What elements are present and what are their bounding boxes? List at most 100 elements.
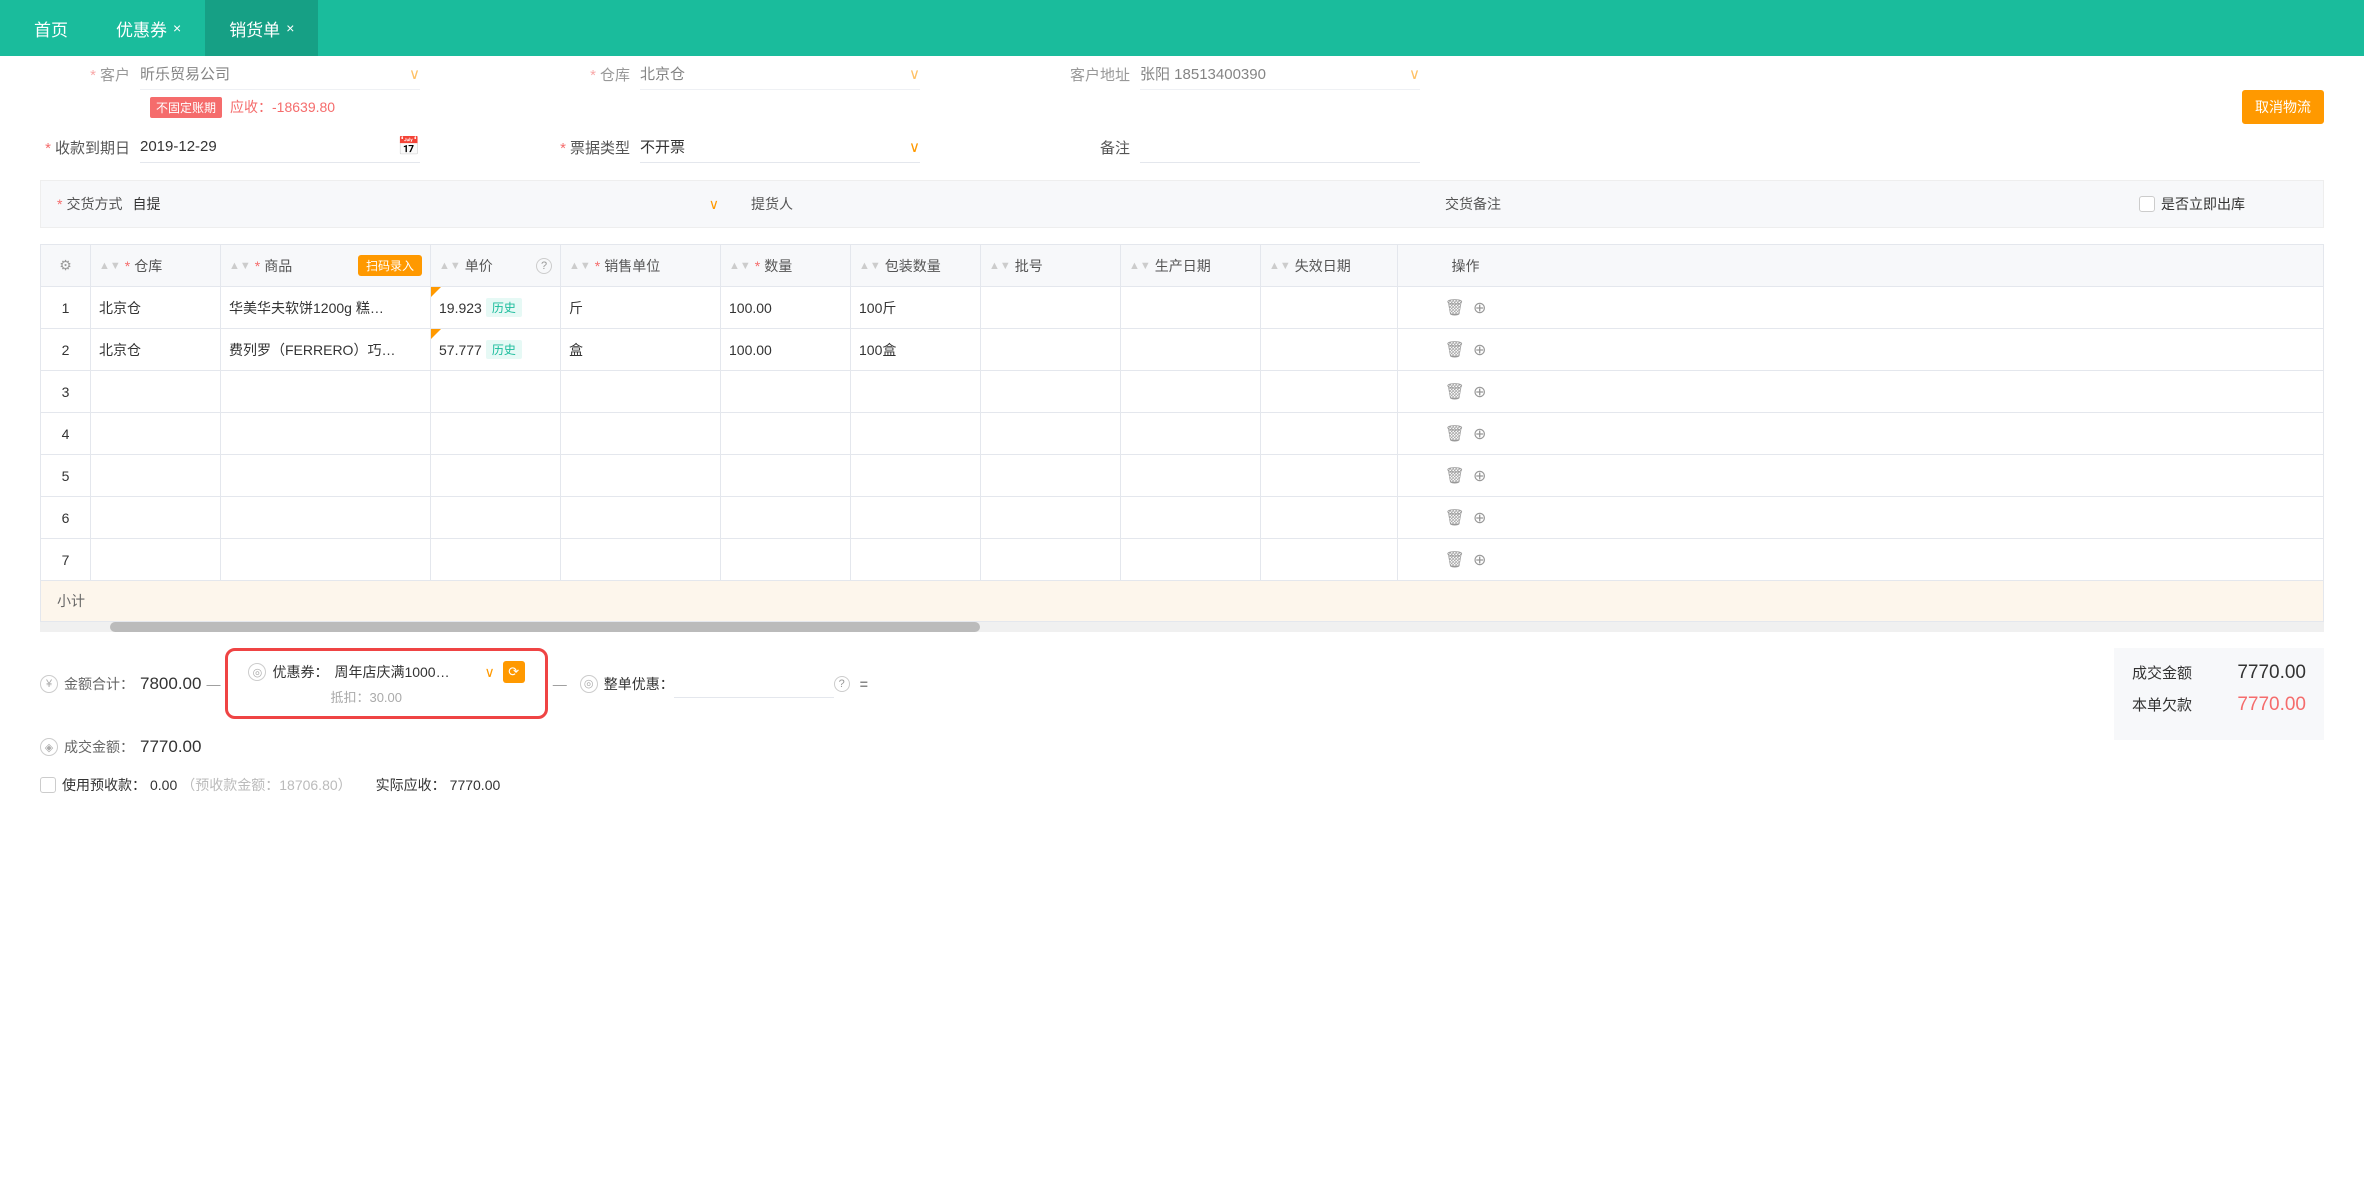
add-icon[interactable]: ⊕ bbox=[1473, 382, 1486, 402]
cell-pack[interactable] bbox=[851, 413, 981, 454]
table-row[interactable]: 1北京仓华美华夫软饼1200g 糕…19.923历史斤100.00100斤🗑⊕ bbox=[41, 287, 2323, 329]
cell-mfg[interactable] bbox=[1121, 539, 1261, 580]
cell-warehouse[interactable]: 北京仓 bbox=[91, 329, 221, 370]
cell-price[interactable] bbox=[431, 497, 561, 538]
refresh-button[interactable]: ⟳ bbox=[503, 661, 525, 683]
cell-product[interactable] bbox=[221, 497, 431, 538]
cell-warehouse[interactable] bbox=[91, 413, 221, 454]
cell-unit[interactable]: 斤 bbox=[561, 287, 721, 328]
cell-unit[interactable] bbox=[561, 371, 721, 412]
cell-product[interactable]: 费列罗（FERRERO）巧… bbox=[221, 329, 431, 370]
cell-pack[interactable]: 100盒 bbox=[851, 329, 981, 370]
cell-batch[interactable] bbox=[981, 455, 1121, 496]
close-icon[interactable]: × bbox=[286, 20, 294, 36]
table-row[interactable]: 2北京仓费列罗（FERRERO）巧…57.777历史盒100.00100盒🗑⊕ bbox=[41, 329, 2323, 371]
cell-qty[interactable] bbox=[721, 539, 851, 580]
cell-warehouse[interactable]: 北京仓 bbox=[91, 287, 221, 328]
cell-qty[interactable]: 100.00 bbox=[721, 287, 851, 328]
help-icon[interactable]: ? bbox=[536, 258, 552, 274]
cell-exp[interactable] bbox=[1261, 329, 1398, 370]
gear-icon[interactable]: ⚙ bbox=[41, 245, 91, 286]
add-icon[interactable]: ⊕ bbox=[1473, 508, 1486, 528]
cell-batch[interactable] bbox=[981, 371, 1121, 412]
cell-product[interactable] bbox=[221, 539, 431, 580]
horizontal-scrollbar[interactable] bbox=[40, 622, 2324, 632]
cell-batch[interactable] bbox=[981, 287, 1121, 328]
cell-unit[interactable]: 盒 bbox=[561, 329, 721, 370]
cell-warehouse[interactable] bbox=[91, 497, 221, 538]
table-row[interactable]: 5🗑⊕ bbox=[41, 455, 2323, 497]
cell-batch[interactable] bbox=[981, 329, 1121, 370]
cell-pack[interactable] bbox=[851, 371, 981, 412]
cell-warehouse[interactable] bbox=[91, 371, 221, 412]
chevron-down-icon[interactable]: ∨ bbox=[484, 664, 494, 681]
cell-exp[interactable] bbox=[1261, 287, 1398, 328]
cell-exp[interactable] bbox=[1261, 371, 1398, 412]
cell-pack[interactable] bbox=[851, 455, 981, 496]
help-icon[interactable]: ? bbox=[834, 676, 850, 692]
cell-warehouse[interactable] bbox=[91, 455, 221, 496]
cell-unit[interactable] bbox=[561, 539, 721, 580]
delivery-method-select[interactable]: 自提 bbox=[132, 194, 708, 214]
cell-qty[interactable]: 100.00 bbox=[721, 329, 851, 370]
cell-exp[interactable] bbox=[1261, 455, 1398, 496]
close-icon[interactable]: × bbox=[173, 20, 181, 36]
add-icon[interactable]: ⊕ bbox=[1473, 424, 1486, 444]
cell-price[interactable] bbox=[431, 371, 561, 412]
delete-icon[interactable]: 🗑 bbox=[1445, 382, 1465, 402]
due-date-input[interactable]: 2019-12-29📅 bbox=[140, 131, 420, 163]
scan-button[interactable]: 扫码录入 bbox=[358, 255, 422, 276]
cell-product[interactable] bbox=[221, 371, 431, 412]
cell-mfg[interactable] bbox=[1121, 371, 1261, 412]
delete-icon[interactable]: 🗑 bbox=[1445, 550, 1465, 570]
address-select[interactable]: 张阳 18513400390∨ bbox=[1140, 58, 1420, 90]
delete-icon[interactable]: 🗑 bbox=[1445, 424, 1465, 444]
warehouse-select[interactable]: 北京仓∨ bbox=[640, 58, 920, 90]
cell-unit[interactable] bbox=[561, 497, 721, 538]
cell-exp[interactable] bbox=[1261, 497, 1398, 538]
cell-qty[interactable] bbox=[721, 371, 851, 412]
add-icon[interactable]: ⊕ bbox=[1473, 298, 1486, 318]
cell-pack[interactable] bbox=[851, 497, 981, 538]
cell-mfg[interactable] bbox=[1121, 455, 1261, 496]
cell-mfg[interactable] bbox=[1121, 497, 1261, 538]
delete-icon[interactable]: 🗑 bbox=[1445, 298, 1465, 318]
cell-exp[interactable] bbox=[1261, 413, 1398, 454]
cell-price[interactable]: 19.923历史 bbox=[431, 287, 561, 328]
cell-pack[interactable]: 100斤 bbox=[851, 287, 981, 328]
cell-product[interactable]: 华美华夫软饼1200g 糕… bbox=[221, 287, 431, 328]
cancel-logistics-button[interactable]: 取消物流 bbox=[2242, 90, 2324, 124]
cell-price[interactable] bbox=[431, 539, 561, 580]
delete-icon[interactable]: 🗑 bbox=[1445, 340, 1465, 360]
cell-unit[interactable] bbox=[561, 455, 721, 496]
immediate-checkbox[interactable] bbox=[2139, 196, 2155, 212]
coupon-select[interactable]: 周年店庆满1000… bbox=[334, 662, 484, 682]
table-row[interactable]: 4🗑⊕ bbox=[41, 413, 2323, 455]
cell-batch[interactable] bbox=[981, 539, 1121, 580]
whole-discount-input[interactable] bbox=[674, 670, 834, 698]
invoice-select[interactable]: 不开票∨ bbox=[640, 131, 920, 163]
delete-icon[interactable]: 🗑 bbox=[1445, 508, 1465, 528]
cell-mfg[interactable] bbox=[1121, 413, 1261, 454]
table-row[interactable]: 7🗑⊕ bbox=[41, 539, 2323, 581]
cell-pack[interactable] bbox=[851, 539, 981, 580]
prepay-checkbox[interactable] bbox=[40, 777, 56, 793]
cell-batch[interactable] bbox=[981, 413, 1121, 454]
tab-home[interactable]: 首页 bbox=[10, 0, 92, 56]
add-icon[interactable]: ⊕ bbox=[1473, 340, 1486, 360]
table-row[interactable]: 3🗑⊕ bbox=[41, 371, 2323, 413]
cell-unit[interactable] bbox=[561, 413, 721, 454]
add-icon[interactable]: ⊕ bbox=[1473, 550, 1486, 570]
cell-qty[interactable] bbox=[721, 413, 851, 454]
cell-price[interactable] bbox=[431, 455, 561, 496]
cell-batch[interactable] bbox=[981, 497, 1121, 538]
cell-mfg[interactable] bbox=[1121, 287, 1261, 328]
table-row[interactable]: 6🗑⊕ bbox=[41, 497, 2323, 539]
delete-icon[interactable]: 🗑 bbox=[1445, 466, 1465, 486]
tab-sales[interactable]: 销货单× bbox=[205, 0, 318, 56]
cell-qty[interactable] bbox=[721, 455, 851, 496]
tab-coupon[interactable]: 优惠券× bbox=[92, 0, 205, 56]
cell-price[interactable]: 57.777历史 bbox=[431, 329, 561, 370]
cell-price[interactable] bbox=[431, 413, 561, 454]
cell-mfg[interactable] bbox=[1121, 329, 1261, 370]
